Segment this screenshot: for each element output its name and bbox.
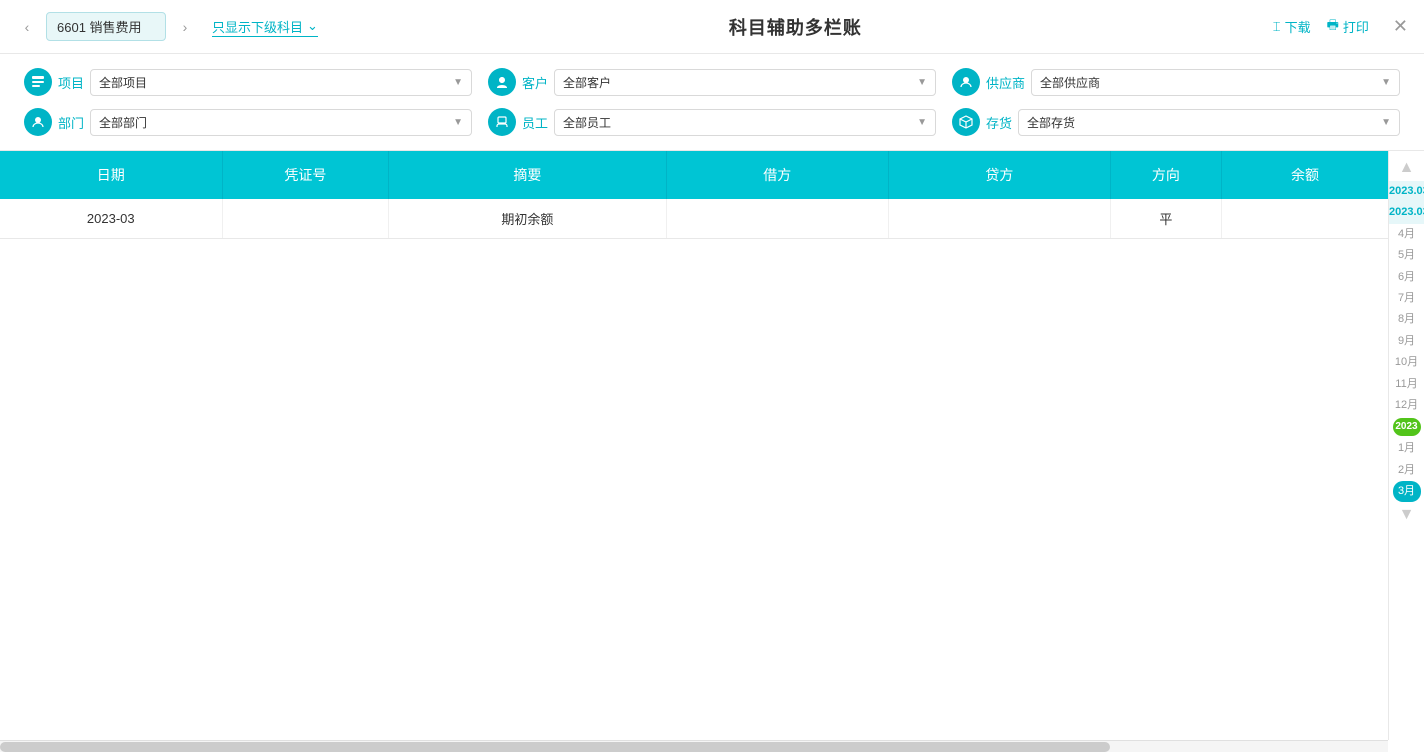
prev-account-btn[interactable]: ‹ (16, 16, 38, 38)
dept-arrow-icon: ▼ (453, 117, 463, 128)
supplier-label: 供应商 (986, 73, 1025, 92)
table-row: 2023-03期初余额平 (0, 199, 1388, 239)
project-label: 项目 (58, 73, 84, 92)
timeline-item-2023-03-1[interactable]: 2023.03 (1389, 181, 1424, 202)
timeline-item-12[interactable]: 12月 (1389, 395, 1424, 416)
top-bar: ‹ 6601 销售费用 › 只显示下级科目 ⌄ 科目辅助多栏账 ⌶ 下载 🖶 打… (0, 0, 1424, 54)
inventory-arrow-icon: ▼ (1381, 117, 1391, 128)
timeline-item-3-active[interactable]: 3月 (1393, 481, 1421, 502)
employee-arrow-icon: ▼ (917, 117, 927, 128)
customer-select[interactable]: 全部客户 ▼ (554, 69, 936, 96)
account-code-box: 6601 销售费用 (46, 12, 166, 41)
download-btn[interactable]: ⌶ 下载 (1273, 17, 1311, 36)
supplier-arrow-icon: ▼ (1381, 77, 1391, 88)
project-select[interactable]: 全部项目 ▼ (90, 69, 472, 96)
filter-area: 项目 全部项目 ▼ 客户 全部客户 ▼ 供应商 全部供应商 ▼ (0, 54, 1424, 151)
filter-item-dept: 部门 全部部门 ▼ (16, 102, 480, 142)
toolbar-right: ⌶ 下载 🖶 打印 ✕ (1273, 16, 1408, 38)
project-icon (24, 68, 52, 96)
customer-label: 客户 (522, 73, 548, 92)
scrollbar-thumb[interactable] (0, 742, 1110, 752)
col-direction: 方向 (1110, 151, 1221, 199)
col-balance: 余额 (1221, 151, 1388, 199)
print-icon: 🖶 (1327, 16, 1339, 38)
inventory-select[interactable]: 全部存货 ▼ (1018, 109, 1400, 136)
timeline-item-6[interactable]: 6月 (1389, 267, 1424, 288)
col-credit: 贷方 (888, 151, 1110, 199)
table-container: 日期 凭证号 摘要 借方 贷方 方向 余额 2023-03期初余额平 (0, 151, 1388, 740)
filter-item-employee: 员工 全部员工 ▼ (480, 102, 944, 142)
page-title: 科目辅助多栏账 (326, 14, 1265, 40)
download-icon: ⌶ (1273, 19, 1281, 35)
next-account-btn[interactable]: › (174, 16, 196, 38)
horizontal-scrollbar[interactable] (0, 740, 1388, 752)
timeline-item-9[interactable]: 9月 (1389, 331, 1424, 352)
project-arrow-icon: ▼ (453, 77, 463, 88)
show-sub-filter[interactable]: 只显示下级科目 ⌄ (212, 17, 318, 37)
timeline-item-1[interactable]: 1月 (1389, 438, 1424, 459)
supplier-select[interactable]: 全部供应商 ▼ (1031, 69, 1400, 96)
col-summary: 摘要 (389, 151, 667, 199)
dept-label: 部门 (58, 113, 84, 132)
ledger-table: 日期 凭证号 摘要 借方 贷方 方向 余额 2023-03期初余额平 (0, 151, 1388, 239)
timeline-down-btn[interactable]: ▼ (1394, 502, 1420, 528)
col-debit: 借方 (666, 151, 888, 199)
main-container: ‹ 6601 销售费用 › 只显示下级科目 ⌄ 科目辅助多栏账 ⌶ 下载 🖶 打… (0, 0, 1424, 752)
col-voucher: 凭证号 (222, 151, 389, 199)
timeline-panel: ▲ 2023.03 2023.03 4月 5月 6月 7月 8月 9月 10月 … (1388, 151, 1424, 740)
filter-item-project: 项目 全部项目 ▼ (16, 62, 480, 102)
supplier-icon (952, 68, 980, 96)
timeline-item-2[interactable]: 2月 (1389, 460, 1424, 481)
filter-item-inventory: 存货 全部存货 ▼ (944, 102, 1408, 142)
timeline-item-5[interactable]: 5月 (1389, 245, 1424, 266)
timeline-item-2023-03-2[interactable]: 2023.03 (1389, 202, 1424, 223)
inventory-icon (952, 108, 980, 136)
account-code: 6601 销售费用 (46, 12, 166, 41)
year-badge: 2023 (1393, 418, 1421, 436)
filter-item-supplier: 供应商 全部供应商 ▼ (944, 62, 1408, 102)
print-btn[interactable]: 🖶 打印 (1327, 16, 1369, 38)
employee-select[interactable]: 全部员工 ▼ (554, 109, 936, 136)
dept-icon (24, 108, 52, 136)
timeline-item-10[interactable]: 10月 (1389, 352, 1424, 373)
dept-select[interactable]: 全部部门 ▼ (90, 109, 472, 136)
timeline-item-7[interactable]: 7月 (1389, 288, 1424, 309)
customer-icon (488, 68, 516, 96)
timeline-item-8[interactable]: 8月 (1389, 309, 1424, 330)
employee-label: 员工 (522, 113, 548, 132)
filter-item-customer: 客户 全部客户 ▼ (480, 62, 944, 102)
employee-icon (488, 108, 516, 136)
inventory-label: 存货 (986, 113, 1012, 132)
timeline-item-4[interactable]: 4月 (1389, 224, 1424, 245)
close-btn[interactable]: ✕ (1393, 16, 1408, 37)
timeline-up-btn[interactable]: ▲ (1394, 155, 1420, 181)
timeline-item-11[interactable]: 11月 (1389, 374, 1424, 395)
col-date: 日期 (0, 151, 222, 199)
customer-arrow-icon: ▼ (917, 77, 927, 88)
